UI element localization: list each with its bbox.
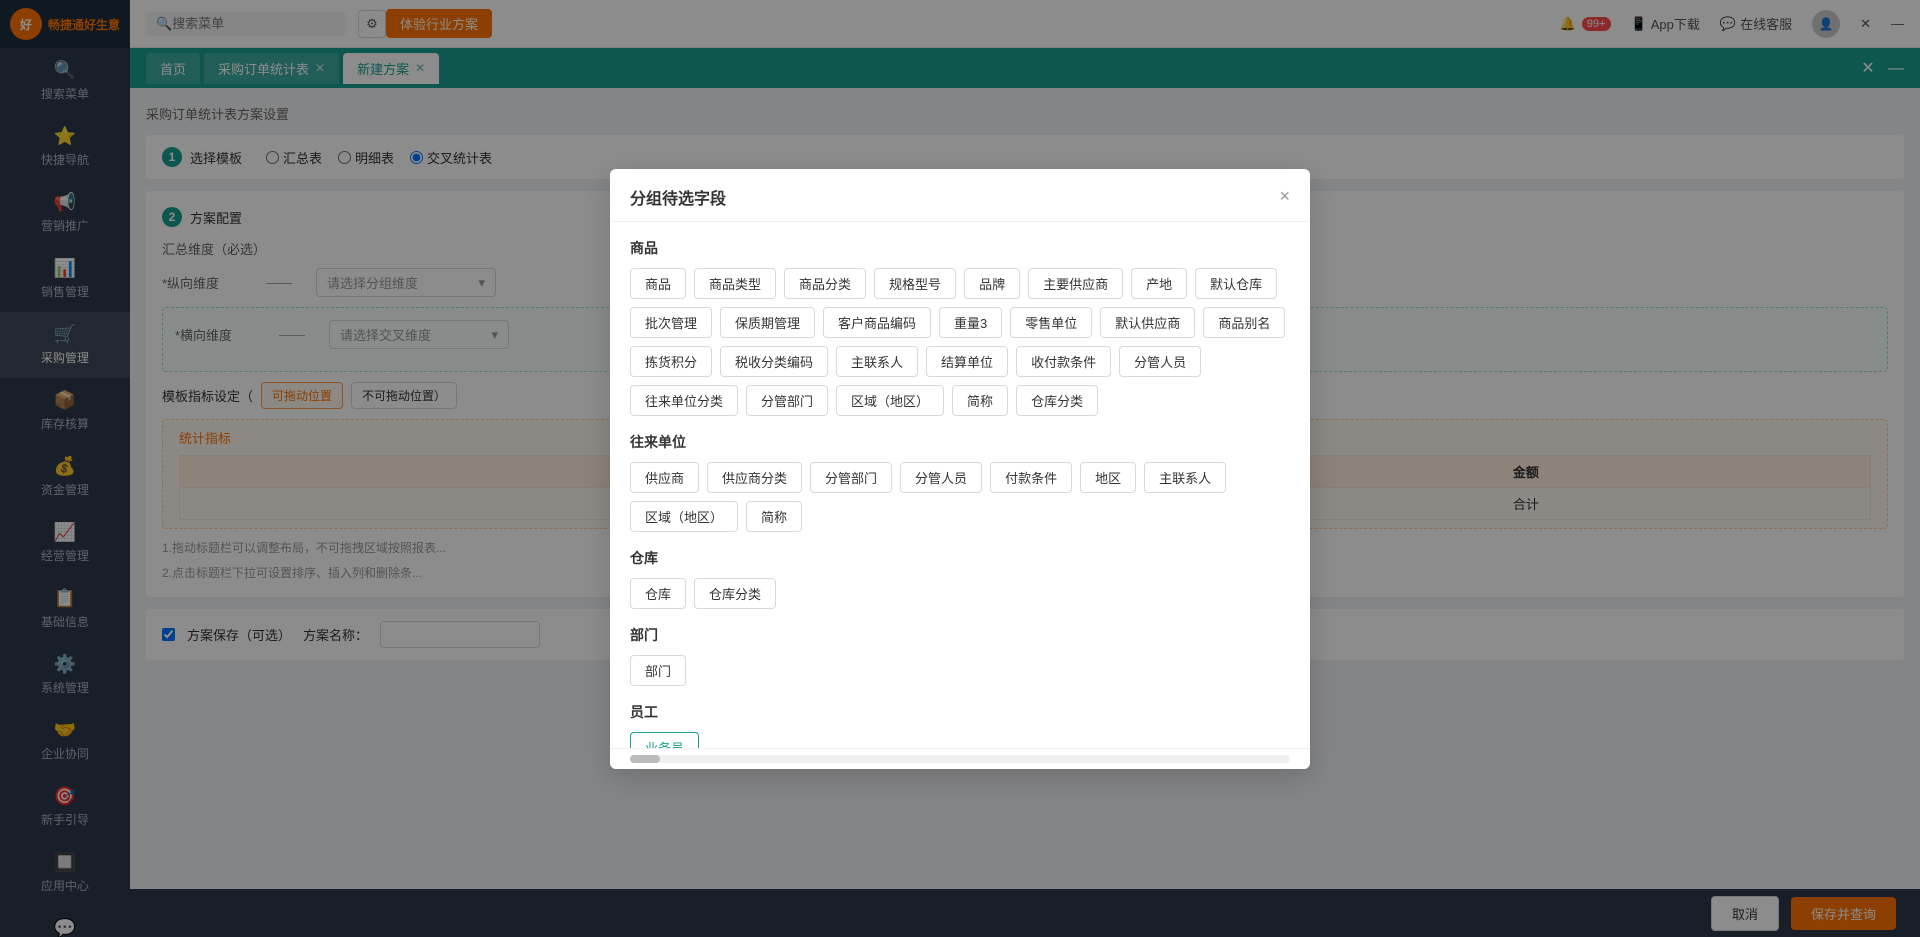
- field-tag-0-2[interactable]: 商品分类: [784, 268, 866, 299]
- field-tag-0-3[interactable]: 规格型号: [874, 268, 956, 299]
- field-tag-0-0[interactable]: 商品: [630, 268, 686, 299]
- section-title-1: 往来单位: [630, 432, 1290, 452]
- field-tag-1-8[interactable]: 简称: [746, 501, 802, 532]
- field-tag-0-19[interactable]: 收付款条件: [1016, 346, 1111, 377]
- field-tag-2-0[interactable]: 仓库: [630, 578, 686, 609]
- field-tag-0-10[interactable]: 客户商品编码: [823, 307, 931, 338]
- modal-header: 分组待选字段 ×: [610, 169, 1310, 222]
- field-tags-4: 业务员: [630, 732, 1290, 748]
- field-tags-3: 部门: [630, 655, 1290, 686]
- field-tag-0-16[interactable]: 税收分类编码: [720, 346, 828, 377]
- field-tag-1-3[interactable]: 分管人员: [900, 462, 982, 493]
- modal-overlay[interactable]: 分组待选字段 × 商品商品商品类型商品分类规格型号品牌主要供应商产地默认仓库批次…: [0, 0, 1920, 937]
- section-title-4: 员工: [630, 702, 1290, 722]
- field-tag-0-7[interactable]: 默认仓库: [1195, 268, 1277, 299]
- field-tag-3-0[interactable]: 部门: [630, 655, 686, 686]
- field-tag-1-6[interactable]: 主联系人: [1144, 462, 1226, 493]
- field-tag-2-1[interactable]: 仓库分类: [694, 578, 776, 609]
- field-tag-0-1[interactable]: 商品类型: [694, 268, 776, 299]
- modal-body: 商品商品商品类型商品分类规格型号品牌主要供应商产地默认仓库批次管理保质期管理客户…: [610, 222, 1310, 748]
- section-title-2: 仓库: [630, 548, 1290, 568]
- field-tag-0-8[interactable]: 批次管理: [630, 307, 712, 338]
- field-tag-4-0[interactable]: 业务员: [630, 732, 699, 748]
- field-tag-0-5[interactable]: 主要供应商: [1028, 268, 1123, 299]
- section-title-0: 商品: [630, 238, 1290, 258]
- field-tag-0-18[interactable]: 结算单位: [926, 346, 1008, 377]
- field-tag-1-5[interactable]: 地区: [1080, 462, 1136, 493]
- field-tags-1: 供应商供应商分类分管部门分管人员付款条件地区主联系人区域（地区） 简称: [630, 462, 1290, 532]
- field-tag-0-22[interactable]: 分管部门: [746, 385, 828, 416]
- field-tag-1-4[interactable]: 付款条件: [990, 462, 1072, 493]
- field-tag-0-25[interactable]: 仓库分类: [1016, 385, 1098, 416]
- field-tag-0-6[interactable]: 产地: [1131, 268, 1187, 299]
- field-tag-1-0[interactable]: 供应商: [630, 462, 699, 493]
- field-tag-0-4[interactable]: 品牌: [964, 268, 1020, 299]
- field-tag-0-11[interactable]: 重量3: [939, 307, 1002, 338]
- field-tag-0-9[interactable]: 保质期管理: [720, 307, 815, 338]
- field-tag-0-14[interactable]: 商品别名: [1203, 307, 1285, 338]
- field-tag-0-20[interactable]: 分管人员: [1119, 346, 1201, 377]
- field-tag-0-12[interactable]: 零售单位: [1010, 307, 1092, 338]
- field-tag-0-23[interactable]: 区域（地区）: [836, 385, 944, 416]
- modal-title: 分组待选字段: [630, 185, 726, 209]
- field-tags-2: 仓库仓库分类: [630, 578, 1290, 609]
- modal: 分组待选字段 × 商品商品商品类型商品分类规格型号品牌主要供应商产地默认仓库批次…: [610, 169, 1310, 769]
- field-tag-0-15[interactable]: 拣货积分: [630, 346, 712, 377]
- field-tag-0-21[interactable]: 往来单位分类: [630, 385, 738, 416]
- field-tag-0-17[interactable]: 主联系人: [836, 346, 918, 377]
- modal-close-btn[interactable]: ×: [1279, 186, 1290, 207]
- field-tag-1-7[interactable]: 区域（地区）: [630, 501, 738, 532]
- field-tag-1-1[interactable]: 供应商分类: [707, 462, 802, 493]
- field-tag-0-13[interactable]: 默认供应商: [1100, 307, 1195, 338]
- section-title-3: 部门: [630, 625, 1290, 645]
- field-tag-1-2[interactable]: 分管部门: [810, 462, 892, 493]
- field-tag-0-24[interactable]: 简称: [952, 385, 1008, 416]
- field-tags-0: 商品商品类型商品分类规格型号品牌主要供应商产地默认仓库批次管理保质期管理客户商品…: [630, 268, 1290, 416]
